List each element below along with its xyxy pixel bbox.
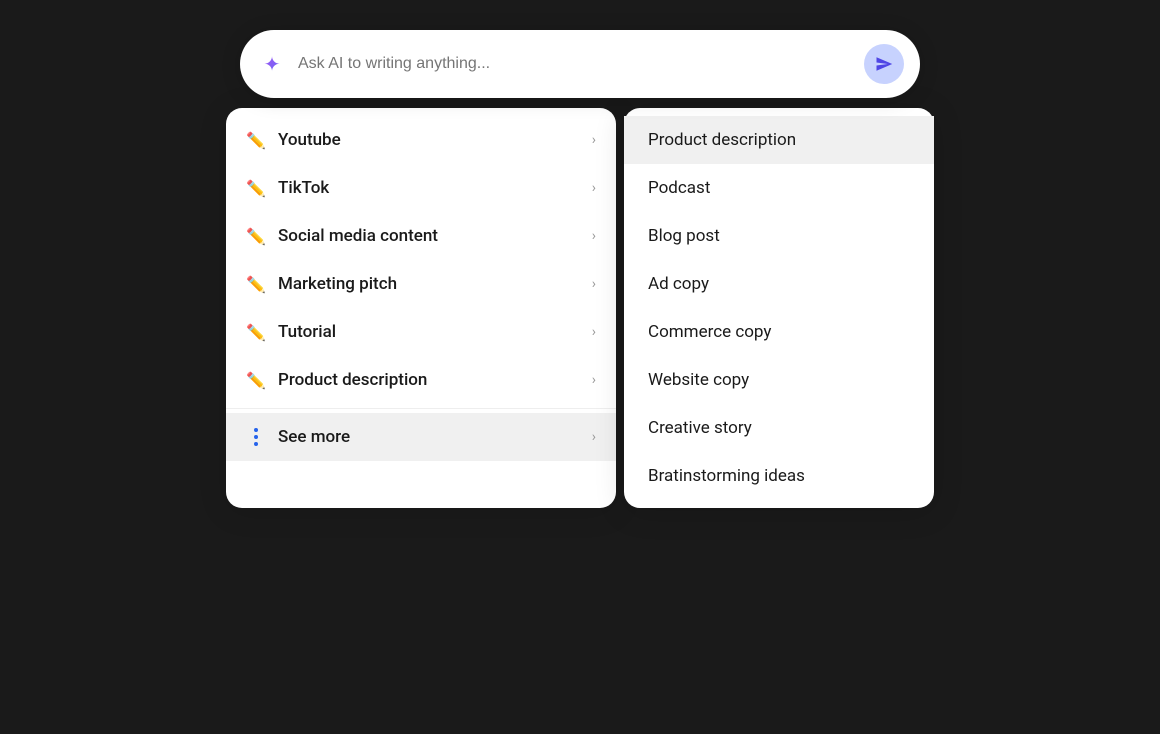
right-item-brainstorming[interactable]: Bratinstorming ideas xyxy=(624,452,934,500)
send-button[interactable] xyxy=(864,44,904,84)
menu-item-tiktok[interactable]: ✏️ TikTok › xyxy=(226,164,616,212)
ad-copy-label: Ad copy xyxy=(648,274,709,294)
right-item-product-desc[interactable]: Product description xyxy=(624,116,934,164)
right-dropdown: Product description Podcast Blog post Ad… xyxy=(624,108,934,508)
chevron-youtube: › xyxy=(592,132,596,148)
send-icon xyxy=(875,55,893,73)
tiktok-label: TikTok xyxy=(278,178,580,198)
chevron-tiktok: › xyxy=(592,180,596,196)
main-container: ✦ ✏️ Youtube › ✏️ TikTok › ✏️ Soci xyxy=(230,30,930,508)
menu-item-youtube[interactable]: ✏️ Youtube › xyxy=(226,116,616,164)
right-item-commerce-copy[interactable]: Commerce copy xyxy=(624,308,934,356)
menu-item-see-more[interactable]: See more › xyxy=(226,413,616,461)
dropdowns-wrapper: ✏️ Youtube › ✏️ TikTok › ✏️ Social media… xyxy=(226,108,934,508)
brainstorming-label: Bratinstorming ideas xyxy=(648,466,805,486)
chevron-social: › xyxy=(592,228,596,244)
dots-icon xyxy=(246,428,266,446)
tutorial-label: Tutorial xyxy=(278,322,580,342)
left-divider xyxy=(226,408,616,409)
menu-item-marketing-pitch[interactable]: ✏️ Marketing pitch › xyxy=(226,260,616,308)
youtube-label: Youtube xyxy=(278,130,580,150)
search-input[interactable] xyxy=(298,55,854,73)
see-more-label: See more xyxy=(278,427,580,447)
chevron-product: › xyxy=(592,372,596,388)
podcast-label: Podcast xyxy=(648,178,710,198)
commerce-copy-label: Commerce copy xyxy=(648,322,771,342)
menu-item-social-media[interactable]: ✏️ Social media content › xyxy=(226,212,616,260)
marketing-pitch-label: Marketing pitch xyxy=(278,274,580,294)
magic-wand-icon: ✦ xyxy=(264,52,281,76)
pencil-icon-tutorial: ✏️ xyxy=(246,323,266,342)
left-dropdown: ✏️ Youtube › ✏️ TikTok › ✏️ Social media… xyxy=(226,108,616,508)
social-media-label: Social media content xyxy=(278,226,580,246)
pencil-icon-youtube: ✏️ xyxy=(246,131,266,150)
pencil-icon-tiktok: ✏️ xyxy=(246,179,266,198)
pencil-icon-social: ✏️ xyxy=(246,227,266,246)
website-copy-label: Website copy xyxy=(648,370,749,390)
search-bar: ✦ xyxy=(240,30,920,98)
right-item-website-copy[interactable]: Website copy xyxy=(624,356,934,404)
magic-icon-wrapper: ✦ xyxy=(256,48,288,80)
pencil-icon-marketing: ✏️ xyxy=(246,275,266,294)
menu-item-tutorial[interactable]: ✏️ Tutorial › xyxy=(226,308,616,356)
pencil-icon-product: ✏️ xyxy=(246,371,266,390)
right-item-creative-story[interactable]: Creative story xyxy=(624,404,934,452)
chevron-marketing: › xyxy=(592,276,596,292)
menu-item-product-desc[interactable]: ✏️ Product description › xyxy=(226,356,616,404)
creative-story-label: Creative story xyxy=(648,418,752,438)
product-desc-label: Product description xyxy=(278,370,580,390)
right-item-ad-copy[interactable]: Ad copy xyxy=(624,260,934,308)
chevron-tutorial: › xyxy=(592,324,596,340)
chevron-see-more: › xyxy=(592,429,596,445)
right-item-podcast[interactable]: Podcast xyxy=(624,164,934,212)
blog-post-label: Blog post xyxy=(648,226,720,246)
product-desc-right-label: Product description xyxy=(648,130,796,150)
right-item-blog-post[interactable]: Blog post xyxy=(624,212,934,260)
